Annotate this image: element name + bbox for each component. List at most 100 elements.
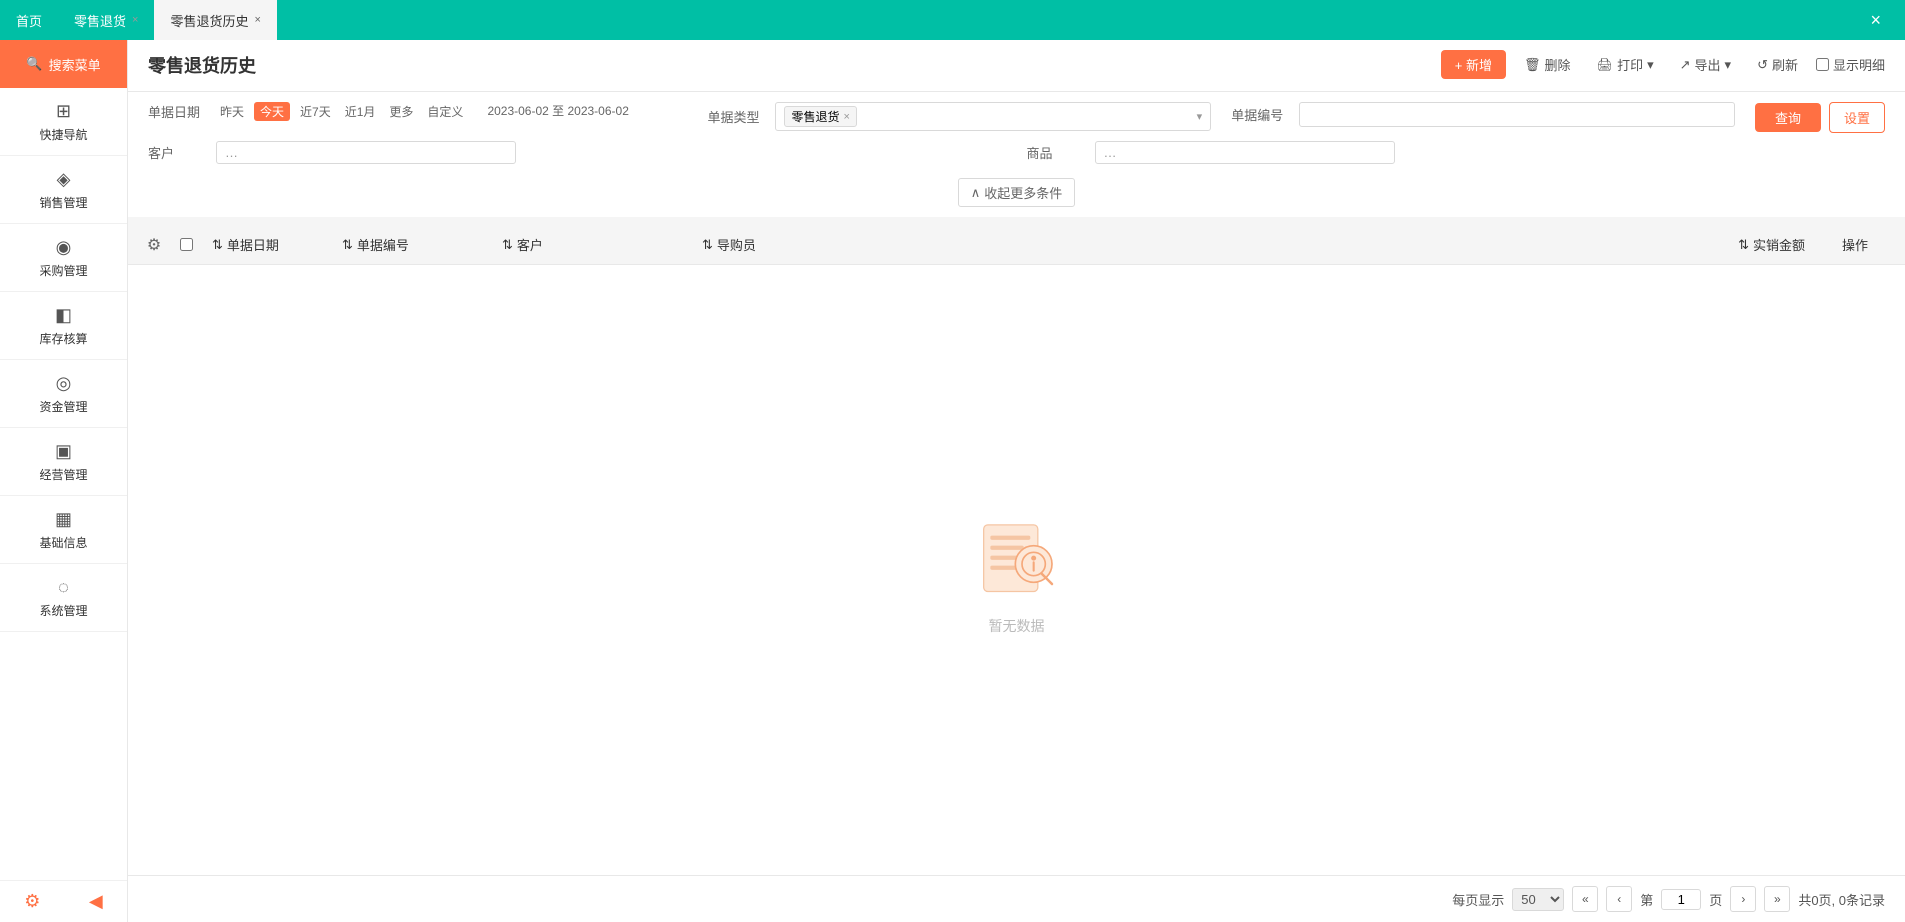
- sidebar-item-quick-nav[interactable]: ⊞ 快捷导航: [0, 88, 127, 156]
- nav-icon-operation-mgmt: ▣: [53, 440, 75, 462]
- sidebar-item-inventory-check[interactable]: ◧ 库存核算: [0, 292, 127, 360]
- per-page-select[interactable]: 50 10 20 100: [1512, 888, 1564, 911]
- prev-page-button[interactable]: ‹: [1606, 886, 1632, 912]
- add-button[interactable]: + 新增: [1441, 50, 1506, 79]
- sidebar-item-sales-mgmt[interactable]: ◈ 销售管理: [0, 156, 127, 224]
- nav-label-quick-nav: 快捷导航: [39, 126, 87, 143]
- goods-label: 商品: [1027, 143, 1087, 162]
- sidebar-item-basic-info[interactable]: ▦ 基础信息: [0, 496, 127, 564]
- bill-number-input[interactable]: [1299, 102, 1735, 127]
- print-icon: 🖨: [1597, 57, 1614, 73]
- sidebar-item-system-mgmt[interactable]: ◌ 系统管理: [0, 564, 127, 632]
- tab-retail-return-history[interactable]: 零售退货历史 ×: [154, 0, 276, 40]
- next-page-button[interactable]: ›: [1730, 886, 1756, 912]
- settings-icon[interactable]: ⚙: [24, 891, 40, 912]
- date-opt-7days[interactable]: 近7天: [296, 102, 335, 121]
- th-date: ⇅ 单据日期: [202, 235, 332, 254]
- refresh-button[interactable]: ↺ 刷新: [1749, 51, 1806, 78]
- nav-label-system-mgmt: 系统管理: [39, 602, 87, 619]
- customer-select[interactable]: …: [216, 141, 516, 164]
- sidebar-nav: ⊞ 快捷导航 ◈ 销售管理 ◉ 采购管理 ◧ 库存核算 ◎ 资金管理 ▣ 经营管…: [0, 88, 127, 632]
- filter-item-date-range: 2023-06-02 至 2023-06-02: [487, 102, 687, 119]
- table-header: ⚙ ⇅ 单据日期 ⇅ 单据编号 ⇅ 客户 ⇅ 导购员: [128, 225, 1905, 265]
- filter-item-date: 单据日期 昨天 今天 近7天 近1月 更多 自定义: [148, 102, 467, 121]
- page-unit: 页: [1709, 890, 1722, 909]
- bill-number-label: 单据编号: [1231, 105, 1291, 124]
- sidebar-search-label: 搜索菜单: [49, 55, 101, 74]
- nav-icon-inventory-check: ◧: [53, 304, 75, 326]
- pagination-bar: 每页显示 50 10 20 100 « ‹ 第 页 › » 共0页, 0条记录: [128, 875, 1905, 922]
- date-filter-label: 单据日期: [148, 102, 208, 121]
- nav-label-purchase-mgmt: 采购管理: [39, 262, 87, 279]
- settings-button[interactable]: 设置: [1829, 102, 1885, 133]
- print-dropdown-icon: ▾: [1647, 57, 1654, 73]
- export-icon: ↗: [1680, 57, 1691, 73]
- empty-state: 暂无数据: [128, 265, 1905, 875]
- show-detail-checkbox[interactable]: [1816, 58, 1829, 71]
- empty-text: 暂无数据: [989, 616, 1045, 636]
- collapse-button[interactable]: ∧ 收起更多条件: [958, 178, 1076, 207]
- th-guide: ⇅ 导购员: [692, 235, 892, 254]
- refresh-icon: ↺: [1757, 57, 1768, 73]
- filter-row-1: 单据日期 昨天 今天 近7天 近1月 更多 自定义 2023-06-02 至 2…: [148, 102, 1885, 133]
- first-page-button[interactable]: «: [1572, 886, 1598, 912]
- collapse-sidebar-icon[interactable]: ◀: [89, 891, 103, 912]
- export-button[interactable]: ↗ 导出 ▾: [1672, 51, 1739, 78]
- sidebar-item-operation-mgmt[interactable]: ▣ 经营管理: [0, 428, 127, 496]
- filter-item-bill-number: 单据编号: [1231, 102, 1735, 127]
- nav-icon-quick-nav: ⊞: [53, 100, 75, 122]
- sort-icon-date: ⇅: [212, 237, 223, 253]
- th-action: 操作: [1815, 235, 1895, 254]
- page-input[interactable]: [1661, 889, 1701, 910]
- top-bar-right: ×: [1862, 10, 1905, 31]
- tab-close-retail-return[interactable]: ×: [132, 14, 138, 26]
- last-page-button[interactable]: »: [1764, 886, 1790, 912]
- date-range-value: 2023-06-02 至 2023-06-02: [487, 102, 628, 119]
- window-close-button[interactable]: ×: [1862, 10, 1889, 31]
- table-select-all-checkbox[interactable]: [170, 238, 202, 251]
- nav-label-basic-info: 基础信息: [39, 534, 87, 551]
- print-button[interactable]: 🖨 打印 ▾: [1589, 51, 1662, 78]
- sort-icon-number: ⇅: [342, 237, 353, 253]
- bill-type-dropdown-icon: ▾: [1197, 110, 1203, 123]
- sidebar-search-button[interactable]: 🔍 搜索菜单: [0, 40, 127, 88]
- bill-type-tag-close[interactable]: ×: [843, 111, 849, 123]
- nav-label-inventory-check: 库存核算: [39, 330, 87, 347]
- tab-home[interactable]: 首页: [0, 0, 58, 40]
- bill-type-select[interactable]: 零售退货 × ▾: [775, 102, 1211, 131]
- sidebar-item-finance-mgmt[interactable]: ◎ 资金管理: [0, 360, 127, 428]
- search-icon: 🔍: [26, 56, 42, 72]
- total-label: 共0页, 0条记录: [1798, 890, 1885, 909]
- th-customer: ⇅ 客户: [492, 235, 692, 254]
- date-opt-1month[interactable]: 近1月: [341, 102, 380, 121]
- date-opt-more[interactable]: 更多: [385, 102, 417, 121]
- tab-retail-return[interactable]: 零售退货×: [58, 0, 154, 40]
- main-layout: 🔍 搜索菜单 ⊞ 快捷导航 ◈ 销售管理 ◉ 采购管理 ◧ 库存核算 ◎ 资金管…: [0, 40, 1905, 922]
- nav-icon-system-mgmt: ◌: [53, 576, 75, 598]
- date-opt-today[interactable]: 今天: [254, 102, 290, 121]
- date-opt-custom[interactable]: 自定义: [423, 102, 467, 121]
- nav-label-finance-mgmt: 资金管理: [39, 398, 87, 415]
- sort-icon-guide: ⇅: [702, 237, 713, 253]
- sidebar-item-purchase-mgmt[interactable]: ◉ 采购管理: [0, 224, 127, 292]
- query-button[interactable]: 查询: [1755, 103, 1821, 132]
- filter-row-2: 客户 … 商品 …: [148, 141, 1885, 164]
- table-settings-icon[interactable]: ⚙: [138, 235, 170, 255]
- delete-icon: 🗑: [1524, 57, 1541, 73]
- sort-icon-customer: ⇅: [502, 237, 513, 253]
- filter-item-customer: 客户 …: [148, 141, 1007, 164]
- goods-select[interactable]: …: [1095, 141, 1395, 164]
- tab-label-retail-return-history: 零售退货历史: [170, 11, 248, 30]
- content-area: 零售退货历史 + 新增 🗑 删除 🖨 打印 ▾ ↗ 导出: [128, 40, 1905, 922]
- bill-type-tag: 零售退货 ×: [784, 106, 856, 127]
- show-detail-checkbox-label[interactable]: 显示明细: [1816, 55, 1885, 74]
- filter-area: 单据日期 昨天 今天 近7天 近1月 更多 自定义 2023-06-02 至 2…: [128, 92, 1905, 217]
- customer-label: 客户: [148, 143, 208, 162]
- select-all-input[interactable]: [180, 238, 193, 251]
- per-page-label: 每页显示: [1452, 890, 1504, 909]
- date-options: 昨天 今天 近7天 近1月 更多 自定义: [216, 102, 467, 121]
- date-opt-yesterday[interactable]: 昨天: [216, 102, 248, 121]
- tab-close-retail-return-history[interactable]: ×: [254, 14, 260, 26]
- page-header: 零售退货历史 + 新增 🗑 删除 🖨 打印 ▾ ↗ 导出: [128, 40, 1905, 92]
- delete-button[interactable]: 🗑 删除: [1516, 51, 1579, 78]
